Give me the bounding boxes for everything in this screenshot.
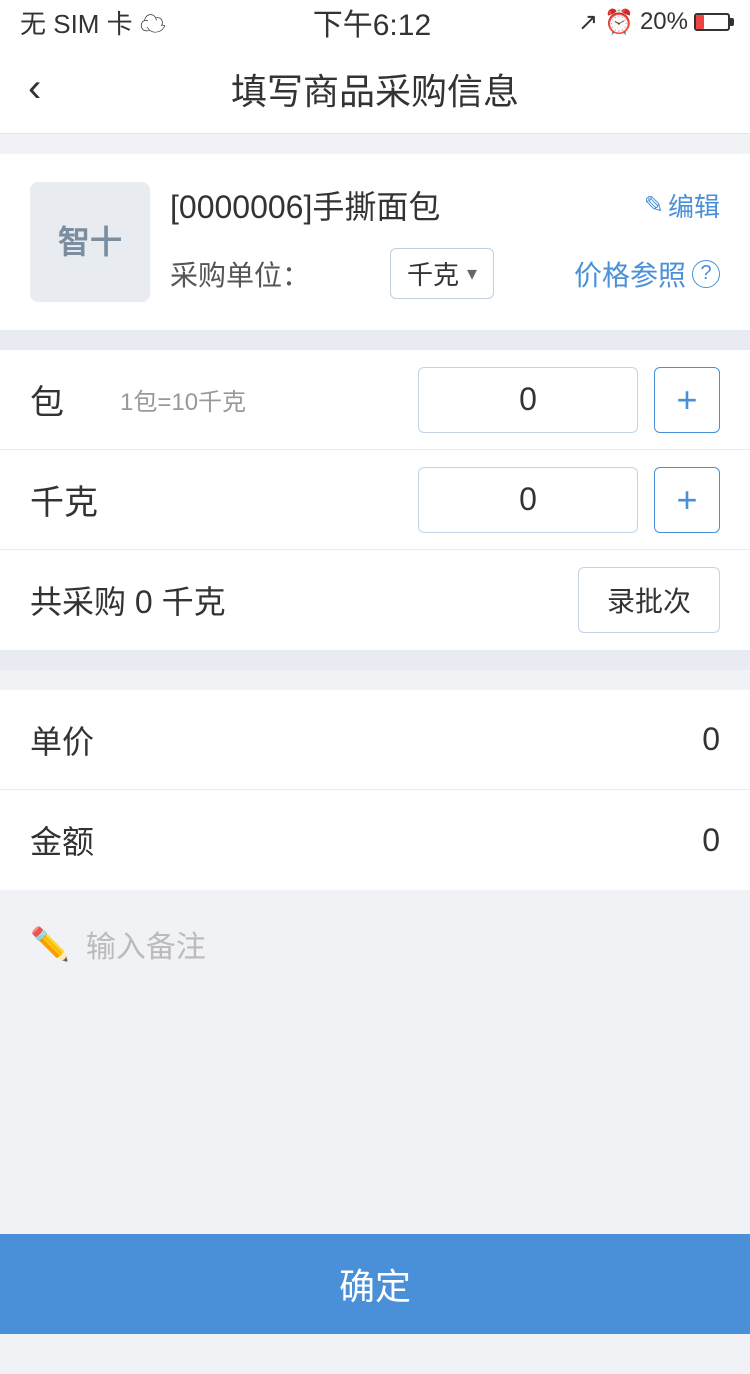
section-divider-1 [0, 330, 750, 350]
bao-row: 包 1包=10千克 0 + [0, 350, 750, 450]
help-icon: ? [692, 260, 720, 288]
amount-value: 0 [702, 822, 720, 859]
total-text: 共采购 0 千克 [30, 577, 226, 623]
nav-bar: ‹ 填写商品采购信息 [0, 44, 750, 134]
bao-sublabel: 1包=10千克 [120, 382, 246, 417]
unit-selector[interactable]: 千克 ▾ [390, 248, 494, 299]
confirm-button[interactable]: 确定 [0, 1234, 750, 1334]
status-left: 无 SIM 卡 ☁ [20, 4, 166, 41]
total-row: 共采购 0 千克 录批次 [0, 550, 750, 650]
battery-label: 20% [640, 8, 688, 36]
price-ref-label: 价格参照 [574, 254, 686, 294]
kg-row: 千克 0 + [0, 450, 750, 550]
empty-space [0, 994, 750, 1274]
chevron-down-icon: ▾ [467, 261, 477, 286]
status-bar: 无 SIM 卡 ☁ 下午6:12 ↗ ⏰ 20% [0, 0, 750, 44]
unit-price-value: 0 [702, 721, 720, 758]
status-time: 下午6:12 [313, 0, 431, 44]
alarm-icon: ⏰ [604, 8, 634, 37]
plus-icon-2: + [676, 479, 697, 521]
sim-label: 无 SIM 卡 ☁ [20, 4, 166, 41]
page-title: 填写商品采购信息 [231, 63, 519, 115]
product-logo: 智十 [58, 226, 122, 258]
edit-label: 编辑 [668, 187, 720, 224]
plus-icon: + [676, 379, 697, 421]
back-button[interactable]: ‹ [28, 66, 41, 111]
unit-price-label: 单价 [30, 717, 94, 763]
notes-section[interactable]: ✏️ 输入备注 [0, 894, 750, 994]
kg-plus-button[interactable]: + [654, 467, 720, 533]
amount-row: 金额 0 [0, 790, 750, 890]
product-card: 智十 [0000006]手撕面包 ✎ 编辑 采购单位： 千克 ▾ 价格参照 ? [0, 154, 750, 330]
product-info: [0000006]手撕面包 ✎ 编辑 采购单位： 千克 ▾ 价格参照 ? [170, 182, 720, 299]
bao-input[interactable]: 0 [418, 367, 638, 433]
product-name: [0000006]手撕面包 [170, 182, 440, 228]
amount-label: 金额 [30, 817, 94, 863]
bao-label: 包 [30, 375, 110, 424]
pencil-icon: ✏️ [30, 925, 70, 963]
notes-placeholder: 输入备注 [86, 922, 206, 966]
unit-price-row: 单价 0 [0, 690, 750, 790]
kg-input[interactable]: 0 [418, 467, 638, 533]
confirm-label: 确定 [339, 1258, 411, 1310]
product-image: 智十 [30, 182, 150, 302]
quantity-form: 包 1包=10千克 0 + 千克 0 + [0, 350, 750, 550]
location-icon: ↗ [578, 8, 598, 37]
status-right: ↗ ⏰ 20% [578, 8, 730, 37]
battery-icon [694, 13, 730, 31]
unit-label: 采购单位： [170, 254, 310, 294]
price-reference-button[interactable]: 价格参照 ? [574, 254, 720, 294]
price-section: 单价 0 金额 0 [0, 690, 750, 890]
batch-button[interactable]: 录批次 [578, 567, 720, 633]
unit-value: 千克 [407, 255, 459, 292]
edit-button[interactable]: ✎ 编辑 [644, 187, 720, 224]
kg-label: 千克 [30, 475, 110, 524]
bao-plus-button[interactable]: + [654, 367, 720, 433]
edit-icon: ✎ [644, 191, 664, 220]
section-divider-2 [0, 650, 750, 670]
